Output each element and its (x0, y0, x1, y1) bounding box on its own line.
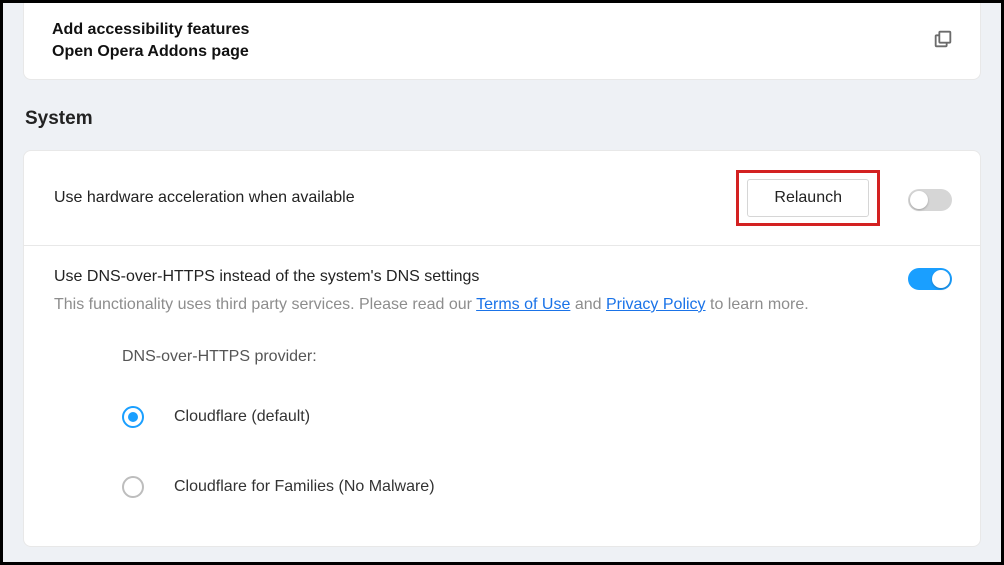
accessibility-text: Add accessibility features Open Opera Ad… (52, 21, 249, 61)
doh-title: Use DNS-over-HTTPS instead of the system… (54, 265, 890, 289)
accessibility-subtitle: Open Opera Addons page (52, 43, 249, 61)
doh-desc-mid: and (575, 296, 606, 313)
hwaccel-title: Use hardware acceleration when available (54, 186, 718, 210)
doh-option-label: Cloudflare for Families (No Malware) (174, 478, 435, 496)
doh-desc: This functionality uses third party serv… (54, 293, 890, 318)
doh-row: Use DNS-over-HTTPS instead of the system… (24, 246, 980, 318)
radio-icon[interactable] (122, 476, 144, 498)
doh-provider-section: DNS-over-HTTPS provider: Cloudflare (def… (24, 318, 980, 498)
hwaccel-row: Use hardware acceleration when available… (24, 151, 980, 246)
accessibility-title: Add accessibility features (52, 21, 249, 39)
doh-option-cloudflare-default[interactable]: Cloudflare (default) (122, 406, 952, 428)
radio-icon[interactable] (122, 406, 144, 428)
doh-provider-label: DNS-over-HTTPS provider: (122, 348, 952, 366)
doh-option-cloudflare-families[interactable]: Cloudflare for Families (No Malware) (122, 476, 952, 498)
hwaccel-toggle[interactable] (908, 189, 952, 211)
system-heading: System (25, 108, 981, 130)
doh-toggle[interactable] (908, 268, 952, 290)
accessibility-addons-row[interactable]: Add accessibility features Open Opera Ad… (23, 3, 981, 80)
doh-desc-suffix: to learn more. (710, 296, 809, 313)
privacy-policy-link[interactable]: Privacy Policy (606, 296, 706, 313)
popout-icon[interactable] (932, 28, 954, 55)
system-settings-card: Use hardware acceleration when available… (23, 150, 981, 547)
relaunch-button[interactable]: Relaunch (747, 179, 869, 217)
terms-of-use-link[interactable]: Terms of Use (476, 296, 570, 313)
doh-option-label: Cloudflare (default) (174, 408, 310, 426)
relaunch-highlight: Relaunch (736, 170, 880, 226)
doh-desc-prefix: This functionality uses third party serv… (54, 296, 476, 313)
